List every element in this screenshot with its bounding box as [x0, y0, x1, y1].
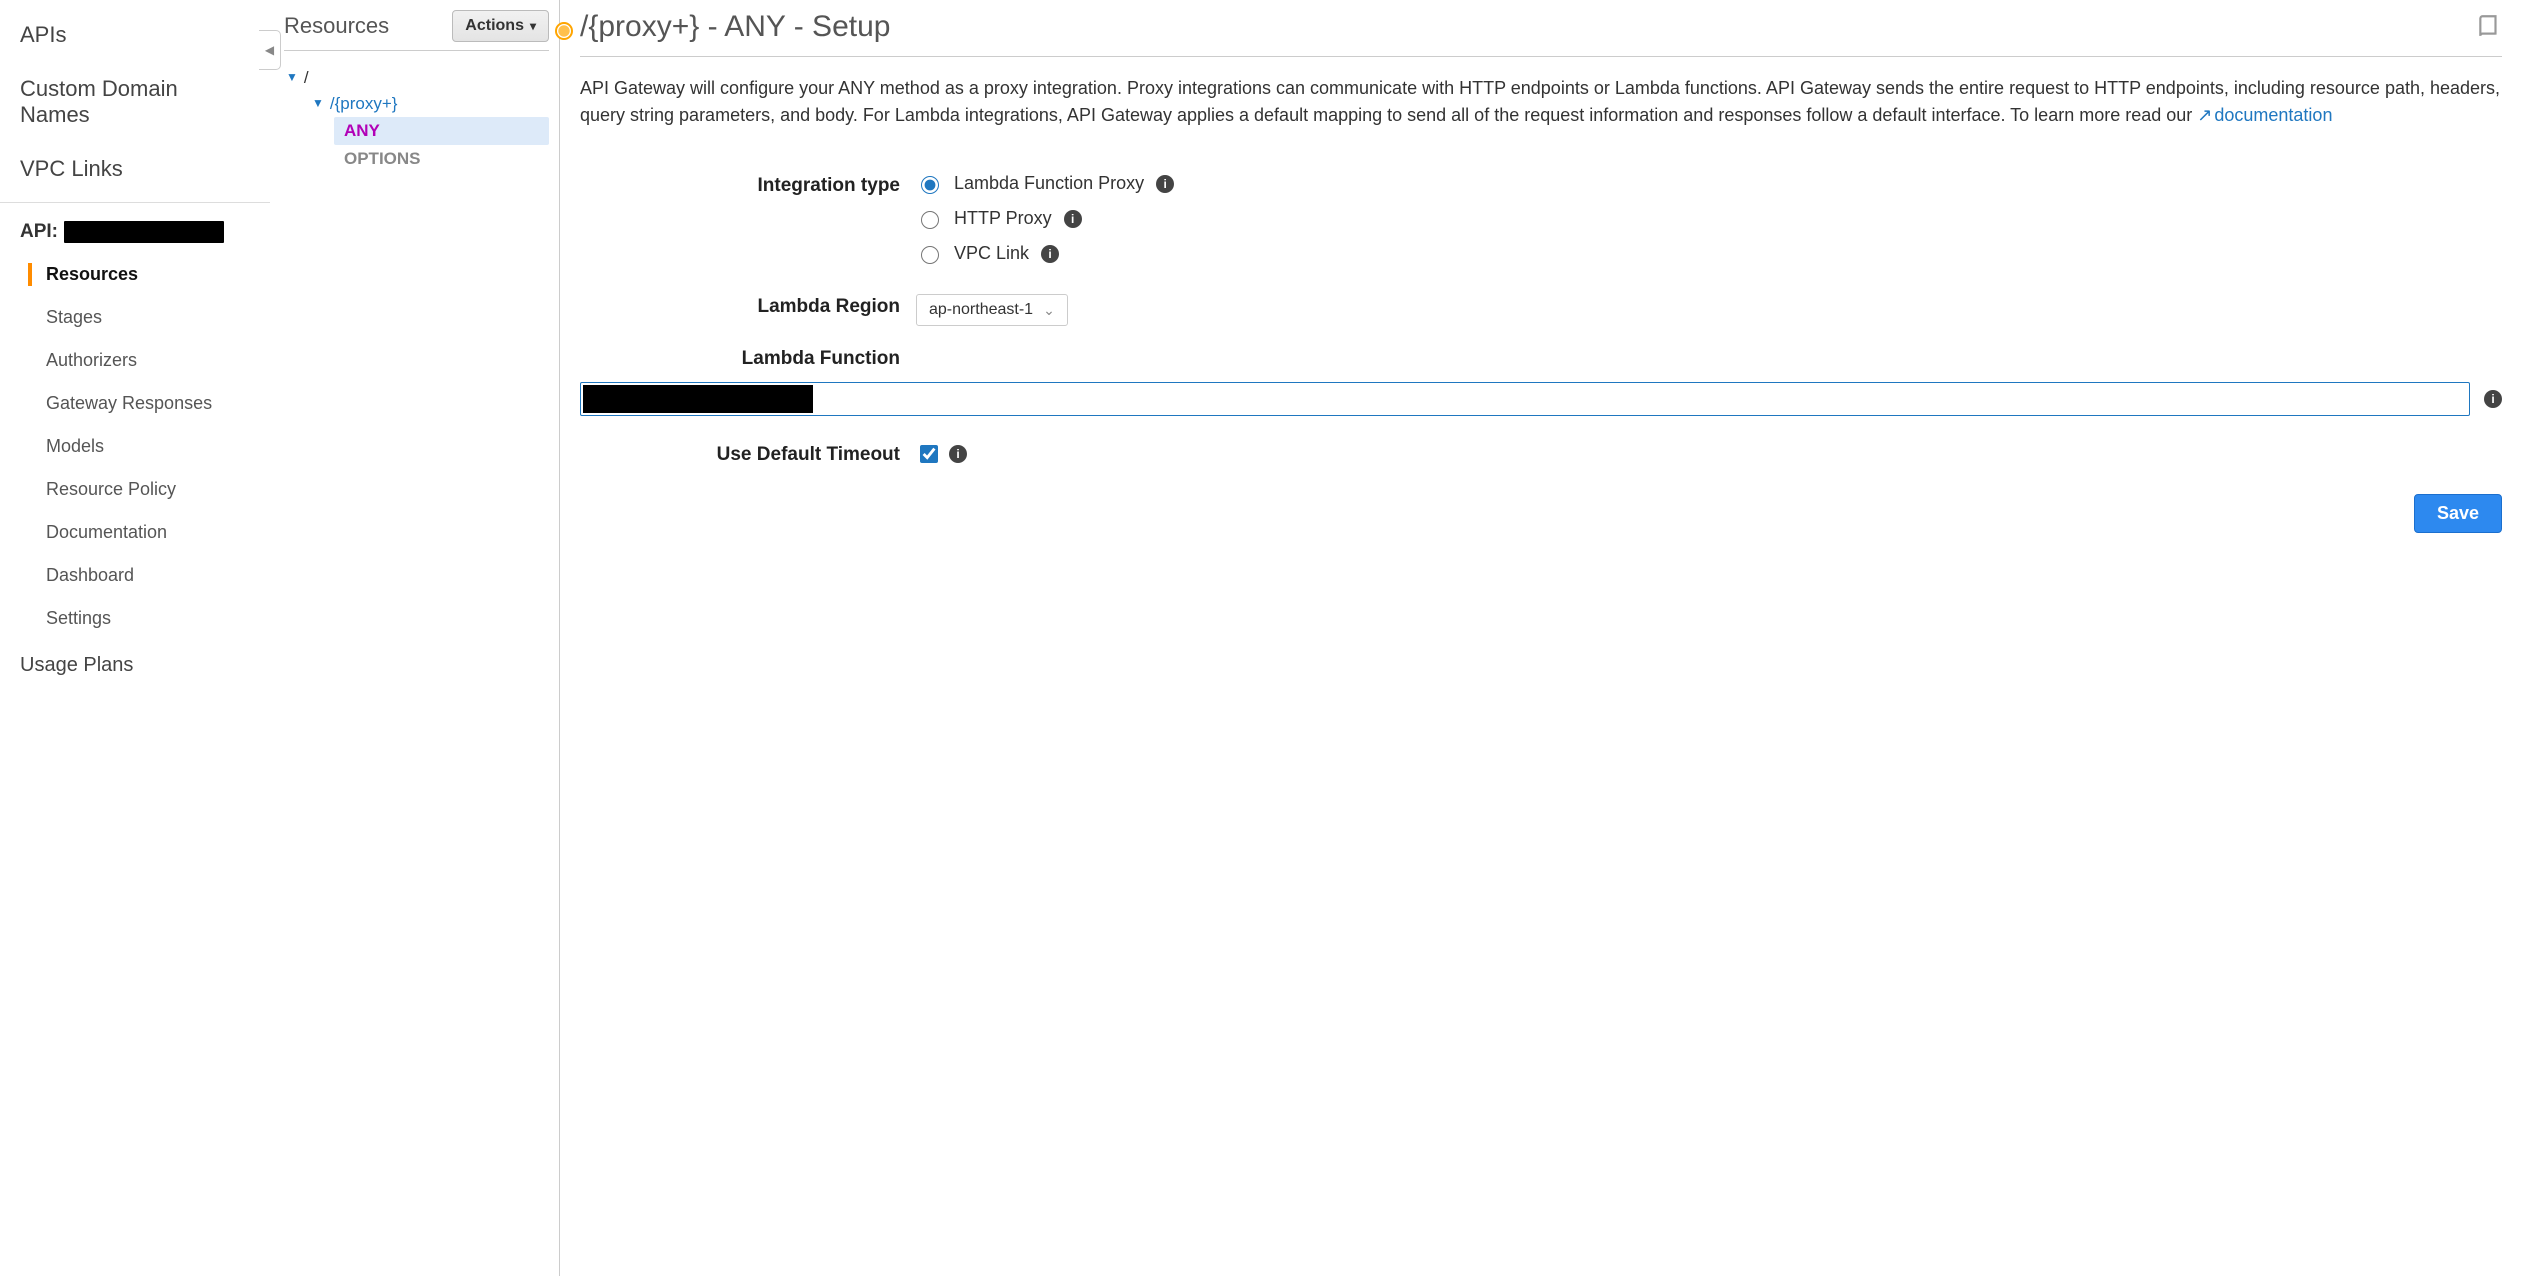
- tree-method-any[interactable]: ANY: [334, 117, 549, 145]
- integration-type-radios: Lambda Function Proxy i HTTP Proxy i VPC…: [916, 173, 2502, 264]
- actions-label: Actions: [465, 17, 524, 35]
- radio-vpc-link[interactable]: [921, 246, 939, 264]
- radio-vpc-label: VPC Link: [954, 243, 1029, 264]
- nav-vpc-links[interactable]: VPC Links: [0, 142, 270, 196]
- disclosure-triangle-icon: ▼: [286, 70, 298, 84]
- radio-lambda-proxy[interactable]: [921, 176, 939, 194]
- tree-proxy-label: /{proxy+}: [330, 94, 398, 114]
- lambda-function-value-redacted: [583, 385, 813, 413]
- page-title: /{proxy+} - ANY - Setup: [580, 10, 890, 44]
- nav-dashboard[interactable]: Dashboard: [0, 554, 270, 597]
- nav-apis[interactable]: APIs: [0, 8, 270, 62]
- chevron-down-icon: ⌄: [1043, 302, 1055, 319]
- lambda-function-input[interactable]: [580, 382, 2470, 416]
- resources-panel-title: Resources: [284, 13, 389, 39]
- save-button[interactable]: Save: [2414, 494, 2502, 533]
- tree-proxy-node[interactable]: ▼ /{proxy+}: [284, 91, 549, 117]
- tree-root-node[interactable]: ▼ /: [284, 65, 549, 91]
- caret-down-icon: ▾: [530, 19, 536, 33]
- api-label: API:: [0, 217, 270, 253]
- info-icon[interactable]: i: [1156, 175, 1174, 193]
- tree-method-options[interactable]: OPTIONS: [334, 145, 549, 173]
- default-timeout-label: Use Default Timeout: [580, 442, 900, 466]
- lambda-region-select[interactable]: ap-northeast-1 ⌄: [916, 294, 1068, 326]
- info-icon[interactable]: i: [1041, 245, 1059, 263]
- nav-models[interactable]: Models: [0, 425, 270, 468]
- nav-resource-policy[interactable]: Resource Policy: [0, 468, 270, 511]
- default-timeout-checkbox[interactable]: [920, 445, 938, 463]
- nav-gateway-responses[interactable]: Gateway Responses: [0, 382, 270, 425]
- actions-dropdown-button[interactable]: Actions ▾: [452, 10, 549, 42]
- nav-separator: [0, 202, 270, 203]
- radio-http-label: HTTP Proxy: [954, 208, 1052, 229]
- nav-resources[interactable]: Resources: [0, 253, 270, 296]
- tree-root-label: /: [304, 68, 309, 88]
- integration-option-lambda[interactable]: Lambda Function Proxy i: [916, 173, 2502, 194]
- api-name-redacted: [64, 221, 224, 243]
- nav-stages[interactable]: Stages: [0, 296, 270, 339]
- nav-settings[interactable]: Settings: [0, 597, 270, 640]
- info-icon[interactable]: i: [949, 445, 967, 463]
- lambda-region-label: Lambda Region: [580, 294, 900, 318]
- external-link-icon: ↗: [2197, 105, 2212, 125]
- main-panel: /{proxy+} - ANY - Setup API Gateway will…: [560, 0, 2526, 1276]
- left-nav: APIs Custom Domain Names VPC Links API: …: [0, 0, 270, 1276]
- resource-tree-panel: Resources Actions ▾ ▼ / ▼ /{proxy+} ANY …: [270, 0, 560, 1276]
- radio-http-proxy[interactable]: [921, 211, 939, 229]
- integration-type-label: Integration type: [580, 173, 900, 197]
- nav-usage-plans[interactable]: Usage Plans: [0, 640, 270, 691]
- info-icon[interactable]: i: [1064, 210, 1082, 228]
- book-icon[interactable]: [2476, 13, 2502, 42]
- documentation-link-label: documentation: [2214, 105, 2332, 125]
- integration-option-http[interactable]: HTTP Proxy i: [916, 208, 2502, 229]
- nav-authorizers[interactable]: Authorizers: [0, 339, 270, 382]
- documentation-link[interactable]: ↗documentation: [2197, 105, 2332, 125]
- info-icon[interactable]: i: [2484, 390, 2502, 408]
- integration-option-vpc[interactable]: VPC Link i: [916, 243, 2502, 264]
- radio-lambda-label: Lambda Function Proxy: [954, 173, 1144, 194]
- nav-custom-domains[interactable]: Custom Domain Names: [0, 62, 270, 142]
- lambda-region-value: ap-northeast-1: [929, 301, 1033, 319]
- nav-documentation[interactable]: Documentation: [0, 511, 270, 554]
- lambda-function-label: Lambda Function: [580, 346, 900, 370]
- setup-description: API Gateway will configure your ANY meth…: [580, 75, 2502, 129]
- disclosure-triangle-icon: ▼: [312, 96, 324, 110]
- api-label-prefix: API:: [20, 221, 58, 243]
